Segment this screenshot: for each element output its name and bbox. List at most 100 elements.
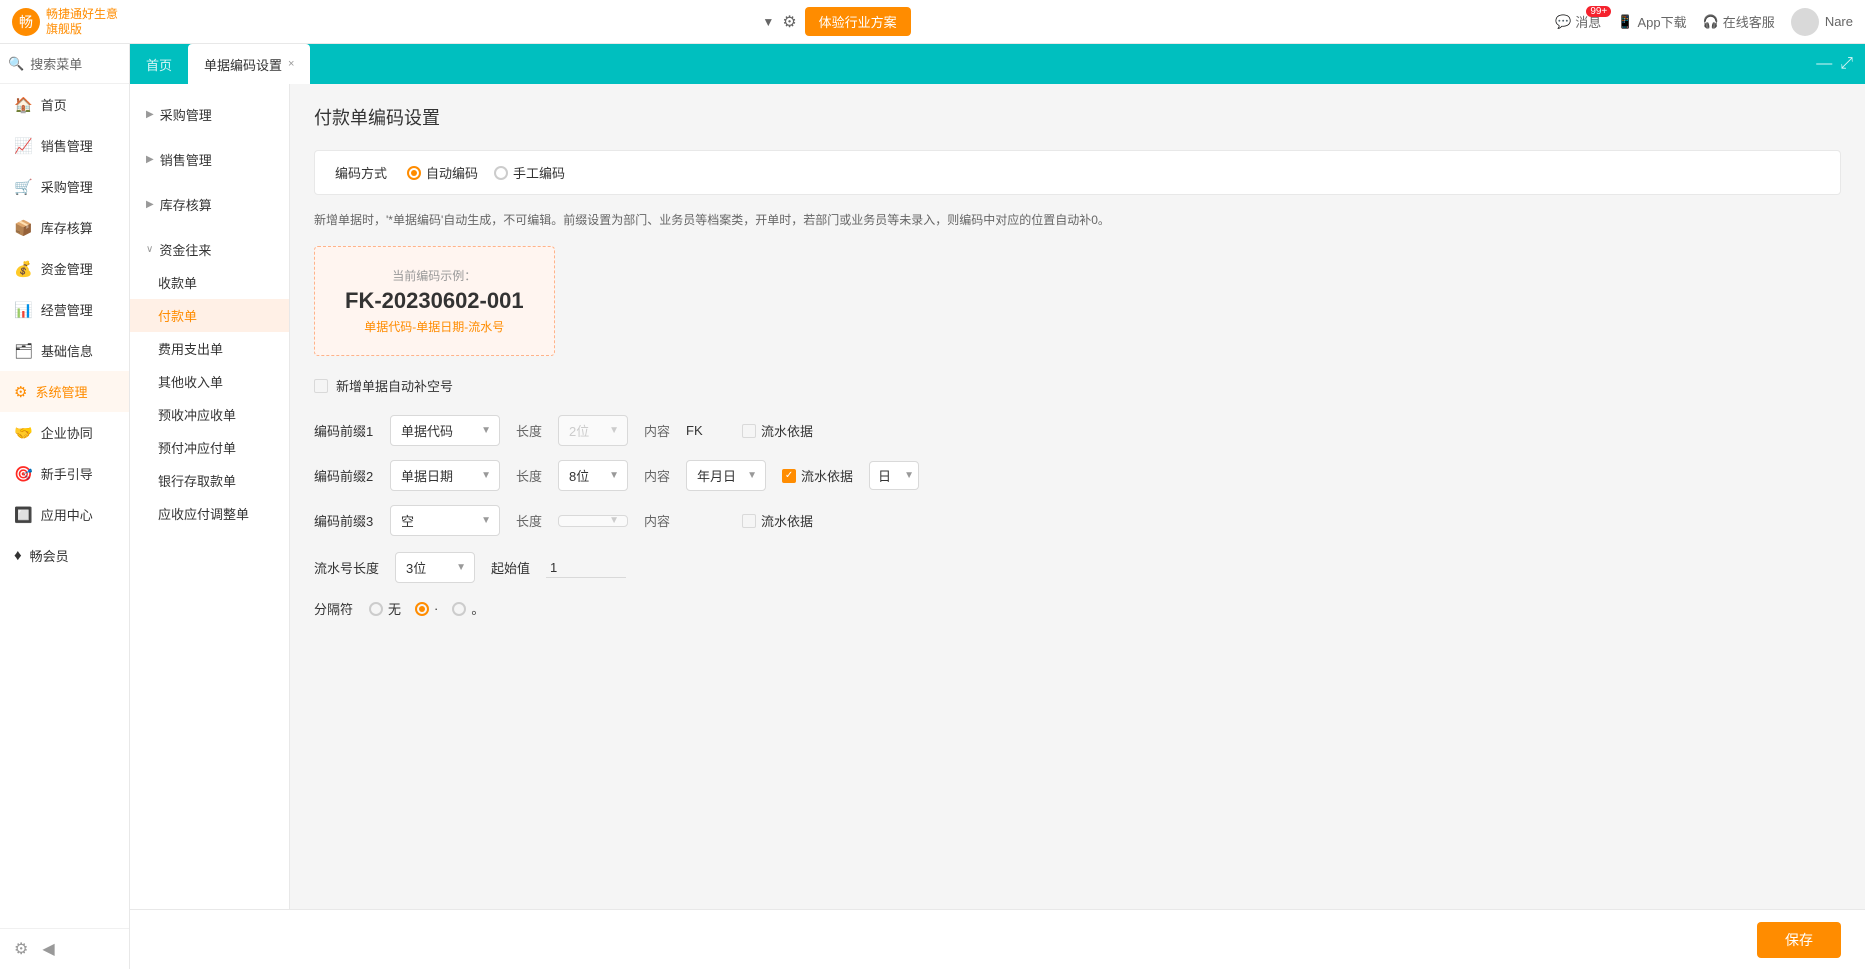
sub-group-capital-header[interactable]: ∨ 资金往来 — [130, 233, 289, 266]
sub-group-stock-header[interactable]: ▶ 库存核算 — [130, 188, 289, 221]
tab-minimize-icon[interactable]: — — [1816, 55, 1832, 73]
content1-label: 内容 — [644, 421, 670, 440]
header-center: ▼ ⚙ 体验行业方案 — [762, 7, 910, 36]
sub-group-stock-label: 库存核算 — [160, 195, 212, 214]
expand-icon: ∨ — [146, 244, 153, 255]
sep-none[interactable]: 无 — [369, 599, 401, 618]
user-area[interactable]: Nare — [1791, 8, 1853, 36]
tab-maximize-icon[interactable]: ⤢ — [1840, 55, 1853, 73]
serial-length-select[interactable]: 3位 ▼ — [395, 552, 475, 583]
sidebar-item-label: 库存核算 — [41, 218, 93, 237]
guide-icon: 🎯 — [14, 465, 33, 483]
sidebar-item-operation[interactable]: 📊 经营管理 — [0, 289, 129, 330]
sub-nav-expense[interactable]: 费用支出单 — [130, 332, 289, 365]
sep-dot[interactable]: · — [415, 601, 438, 616]
prefix2-value: 单据日期 — [401, 466, 453, 485]
prefix3-arrow-icon: ▼ — [481, 515, 491, 526]
sidebar-item-system[interactable]: ⚙ 系统管理 — [0, 371, 129, 412]
sidebar-item-sales[interactable]: 📈 销售管理 — [0, 125, 129, 166]
sub-group-purchase-label: 采购管理 — [160, 105, 212, 124]
gear-icon[interactable]: ⚙ — [782, 12, 796, 32]
radio-manual-encode[interactable]: 手工编码 — [494, 163, 565, 182]
main-layout: 🔍 搜索菜单 🏠 首页 📈 销售管理 🛒 采购管理 📦 库存核算 💰 — [0, 44, 1865, 969]
tab-encode-setting[interactable]: 单据编码设置 × — [188, 44, 310, 84]
prefix3-select[interactable]: 空 ▼ — [390, 505, 500, 536]
dropdown-arrow-icon[interactable]: ▼ — [762, 15, 774, 29]
serial-length-label: 流水号长度 — [314, 558, 379, 577]
sidebar-item-inventory[interactable]: 📦 库存核算 — [0, 207, 129, 248]
sidebar-item-home[interactable]: 🏠 首页 — [0, 84, 129, 125]
sub-group-sales-header[interactable]: ▶ 销售管理 — [130, 143, 289, 176]
sidebar-item-basic[interactable]: 🗂 基础信息 — [0, 330, 129, 371]
inventory-icon: 📦 — [14, 219, 33, 237]
search-icon: 🔍 — [8, 56, 24, 72]
sub-nav-bank[interactable]: 银行存取款单 — [130, 464, 289, 497]
length2-arrow-icon: ▼ — [609, 470, 619, 481]
start-value-input[interactable] — [546, 558, 626, 578]
apps-icon: 🔲 — [14, 506, 33, 524]
sub-nav-pre-payment[interactable]: 预付冲应付单 — [130, 431, 289, 464]
sidebar-item-collab[interactable]: 🤝 企业协同 — [0, 412, 129, 453]
tab-close-icon[interactable]: × — [288, 58, 294, 70]
radio-manual-label: 手工编码 — [513, 163, 565, 182]
headset-icon: 🎧 — [1703, 14, 1719, 30]
sub-nav-adjust[interactable]: 应收应付调整单 — [130, 497, 289, 530]
content2-select[interactable]: 年月日 ▼ — [686, 460, 766, 491]
serial2-label: 流水依据 — [801, 466, 853, 485]
sub-nav-pre-receipt[interactable]: 预收冲应收单 — [130, 398, 289, 431]
prefix2-label: 编码前缀2 — [314, 466, 374, 485]
sidebar-item-label: 基础信息 — [41, 341, 93, 360]
collapse-icon[interactable]: ◀ — [42, 939, 54, 959]
serial1-check[interactable]: 流水依据 — [742, 421, 813, 440]
length2-select[interactable]: 8位 ▼ — [558, 460, 628, 491]
online-service-area[interactable]: 🎧 在线客服 — [1703, 12, 1775, 31]
sub-nav-receipt[interactable]: 收款单 — [130, 266, 289, 299]
sub-group-capital: ∨ 资金往来 收款单 付款单 费用支出单 其他收入单 预收冲应收单 预付冲应付单… — [130, 227, 289, 536]
serial3-checkbox[interactable] — [742, 514, 756, 528]
prefix2-arrow-icon: ▼ — [481, 470, 491, 481]
sidebar-item-member[interactable]: ♦ 畅会员 — [0, 535, 129, 576]
radio-auto-encode[interactable]: 自动编码 — [407, 163, 478, 182]
online-service-label: 在线客服 — [1723, 12, 1775, 31]
sub-group-purchase-header[interactable]: ▶ 采购管理 — [130, 98, 289, 131]
logo-icon: 畅 — [12, 8, 40, 36]
length1-select[interactable]: 2位 ▼ — [558, 415, 628, 446]
length1-arrow-icon: ▼ — [609, 425, 619, 436]
sub-nav-other-income[interactable]: 其他收入单 — [130, 365, 289, 398]
settings-icon[interactable]: ⚙ — [14, 939, 28, 959]
sidebar-item-guide[interactable]: 🎯 新手引导 — [0, 453, 129, 494]
sidebar-search[interactable]: 🔍 搜索菜单 — [0, 44, 129, 84]
save-button[interactable]: 保存 — [1757, 922, 1841, 958]
trial-button[interactable]: 体验行业方案 — [805, 7, 911, 36]
serial2-check[interactable]: ✓ 流水依据 — [782, 466, 853, 485]
serial1-checkbox[interactable] — [742, 424, 756, 438]
sep-period[interactable]: 。 — [452, 599, 484, 618]
prefix2-select[interactable]: 单据日期 ▼ — [390, 460, 500, 491]
sidebar-item-label: 系统管理 — [35, 382, 87, 401]
tab-home[interactable]: 首页 — [130, 44, 188, 84]
sidebar-item-purchase[interactable]: 🛒 采购管理 — [0, 166, 129, 207]
length3-select[interactable]: ▼ — [558, 515, 628, 527]
top-header: 畅 畅捷通好生意 旗舰版 ▼ ⚙ 体验行业方案 💬 消息 99+ 📱 App下载… — [0, 0, 1865, 44]
app-download-area[interactable]: 📱 App下载 — [1617, 12, 1686, 31]
setting-row-1: 编码前缀1 单据代码 ▼ 长度 2位 ▼ 内容 FK — [314, 415, 1841, 446]
sales-icon: 📈 — [14, 137, 33, 155]
sidebar-item-apps[interactable]: 🔲 应用中心 — [0, 494, 129, 535]
prefix1-value: 单据代码 — [401, 421, 453, 440]
encode-method-bar: 编码方式 自动编码 手工编码 — [314, 150, 1841, 195]
right-panel: 首页 单据编码设置 × — ⤢ ▶ 采购管理 — [130, 44, 1865, 969]
sidebar-item-label: 资金管理 — [41, 259, 93, 278]
serial2-checkbox[interactable]: ✓ — [782, 469, 796, 483]
day-select[interactable]: 日 ▼ — [869, 461, 919, 490]
content-wrapper: ▶ 采购管理 ▶ 销售管理 ▶ 库存核算 — [130, 84, 1865, 909]
sub-nav-payment[interactable]: 付款单 — [130, 299, 289, 332]
sidebar-item-finance[interactable]: 💰 资金管理 — [0, 248, 129, 289]
tab-encode-label: 单据编码设置 — [204, 55, 282, 74]
auto-fill-checkbox[interactable] — [314, 379, 328, 393]
serial3-check[interactable]: 流水依据 — [742, 511, 813, 530]
length2-label: 长度 — [516, 466, 542, 485]
message-area[interactable]: 💬 消息 99+ — [1555, 12, 1601, 31]
info-text: 新增单据时，'*单据编码'自动生成，不可编辑。前缀设置为部门、业务员等档案类，开… — [314, 211, 1841, 230]
header-left: 畅 畅捷通好生意 旗舰版 — [12, 7, 118, 36]
prefix1-select[interactable]: 单据代码 ▼ — [390, 415, 500, 446]
